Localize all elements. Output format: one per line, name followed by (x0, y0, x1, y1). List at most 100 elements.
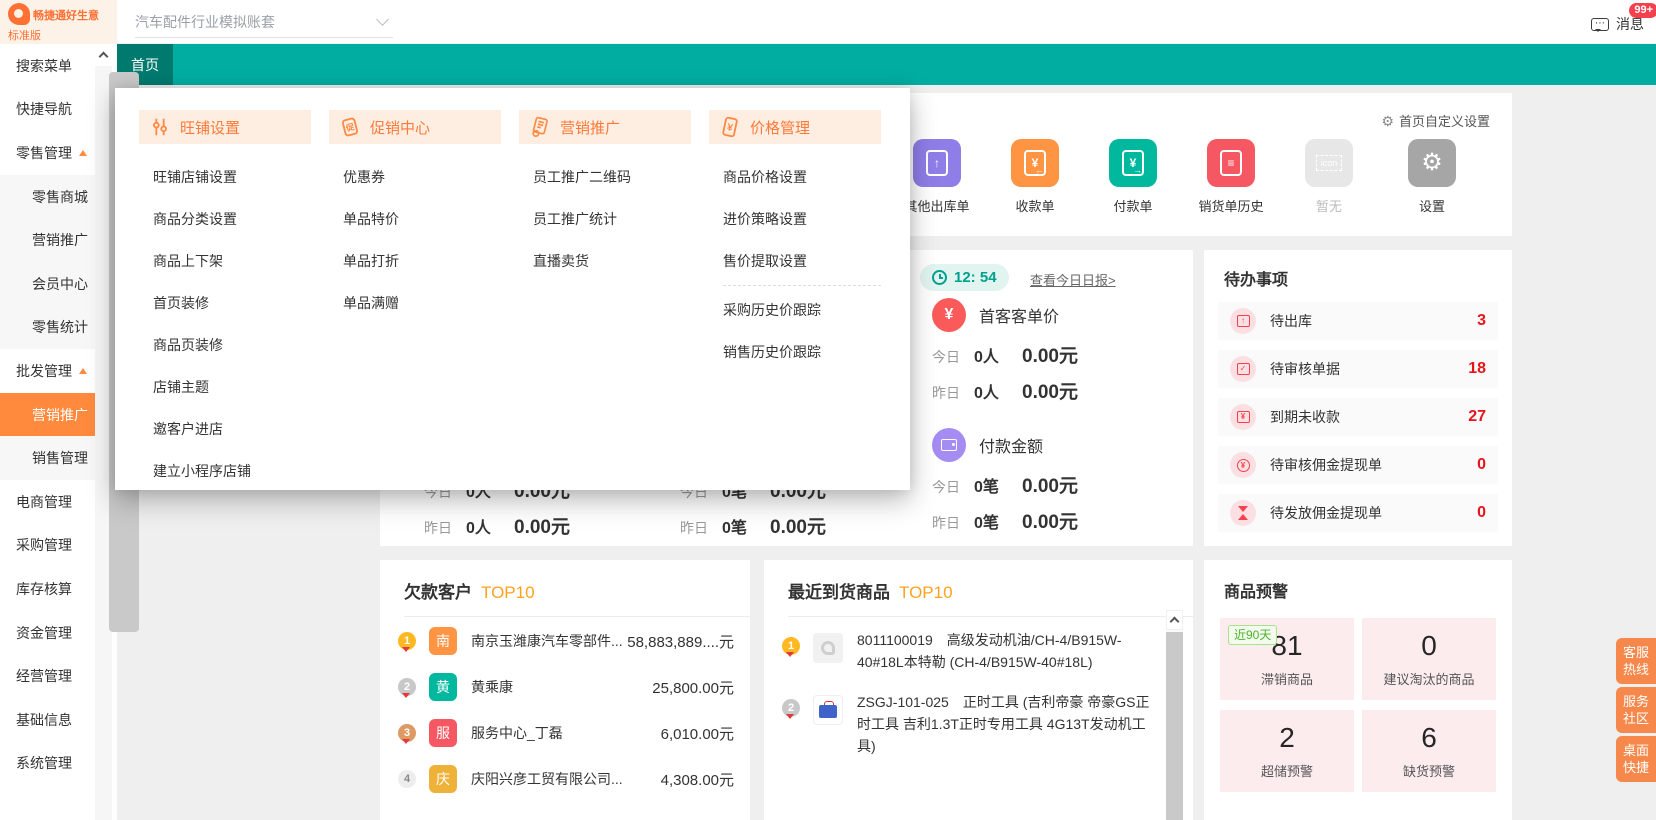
service-community-button[interactable]: 服务社区 (1616, 687, 1656, 733)
sales-history-icon: ≡ (1207, 139, 1255, 187)
todo-row-commission-payout[interactable]: 待发放佣金提现单 0 (1218, 494, 1498, 532)
first-order-price-icon: ¥ (932, 298, 966, 332)
menu-item[interactable]: 商品页装修 (139, 324, 311, 366)
quick-actions-row: ↑ 其他出库单 ¥ ← 收款单 ¥ → 付款单 ≡ 销货单历史 icon 暂无 ⚙ … (888, 139, 1481, 215)
debt-row[interactable]: 4 庆 庆阳兴彦工贸有限公司... 4,308.00元 (380, 757, 750, 801)
marketing-mega-menu: 旺铺设置 旺铺店铺设置 商品分类设置 商品上下架 首页装修 商品页装修 店铺主题… (115, 88, 910, 490)
speech-bubble-icon: ⋯ (1591, 17, 1609, 32)
receipt-doc-icon: ¥ ← (1011, 139, 1059, 187)
quick-action-payment[interactable]: ¥ → 付款单 (1084, 139, 1182, 215)
desktop-shortcut-button[interactable]: 桌面快捷 (1616, 736, 1656, 782)
menu-item[interactable]: 邀客户进店 (139, 408, 311, 450)
expand-triangle-icon (79, 367, 87, 374)
money-bag-icon: ¥ (1230, 452, 1256, 478)
floating-side-buttons: 客服热线 服务社区 桌面快捷 (1616, 638, 1656, 785)
menu-item[interactable]: 单品满赠 (329, 282, 501, 324)
time-pill: 12: 54 (920, 264, 1009, 291)
todo-panel: 待办事项 ↑ 待出库 3 ✓ 待审核单据 18 ¥ 到期未收款 27 ¥ 待审核… (1204, 250, 1512, 546)
stat-row-yesterday: 昨日 0笔 0.00元 (932, 512, 1078, 533)
customer-avatar: 服 (429, 719, 457, 747)
menu-item[interactable]: 优惠券 (329, 156, 501, 198)
arrivals-scrollbar[interactable] (1166, 610, 1183, 820)
todo-count: 18 (1468, 360, 1486, 377)
menu-item[interactable]: 商品上下架 (139, 240, 311, 282)
home-customize-link[interactable]: ⚙ 首页自定义设置 (1381, 111, 1490, 130)
clock-icon (932, 270, 947, 285)
menu-item[interactable]: 商品价格设置 (709, 156, 881, 198)
menu-item[interactable]: 售价提取设置 (709, 240, 881, 282)
alerts-grid: 近90天 81 滞销商品 0 建议淘汰的商品 2 超储预警 6 缺货预警 (1220, 618, 1496, 792)
todo-row-due-unpaid[interactable]: ¥ 到期未收款 27 (1218, 398, 1498, 436)
alert-card-slow-moving[interactable]: 近90天 81 滞销商品 (1220, 618, 1354, 700)
todo-row-commission-audit[interactable]: ¥ 待审核佣金提现单 0 (1218, 446, 1498, 484)
menu-column-shop-setup: 旺铺设置 旺铺店铺设置 商品分类设置 商品上下架 首页装修 商品页装修 店铺主题… (139, 110, 311, 492)
menu-item[interactable]: 商品分类设置 (139, 198, 311, 240)
todo-count: 0 (1477, 456, 1486, 473)
gear-icon: ⚙ (1408, 139, 1456, 187)
stat-first-order-price: ¥ 首客客单价 今日 0人 0.00元 昨日 0人 0.00元 (932, 298, 1182, 404)
todo-row-pending-outbound[interactable]: ↑ 待出库 3 (1218, 302, 1498, 340)
menu-item[interactable]: 首页装修 (139, 282, 311, 324)
menu-item[interactable]: 店铺主题 (139, 366, 311, 408)
stat-row-today: 今日 0笔 0.00元 (932, 476, 1078, 497)
account-set-select[interactable]: 汽车配件行业模拟账套 (135, 6, 393, 38)
rank-badge: 4 (398, 770, 416, 788)
menu-item[interactable]: 销售历史价跟踪 (709, 331, 881, 373)
gold-medal-icon: 1 (782, 637, 800, 657)
todo-title: 待办事项 (1224, 272, 1289, 289)
menu-item[interactable]: 采购历史价跟踪 (709, 289, 881, 331)
top10-tag: TOP10 (899, 583, 953, 602)
customer-service-button[interactable]: 客服热线 (1616, 638, 1656, 684)
menu-item[interactable]: 建立小程序店铺 (139, 450, 311, 492)
quick-action-settings[interactable]: ⚙ 设置 (1383, 139, 1481, 215)
svg-text:¥: ¥ (726, 122, 734, 134)
brand-logo: 畅捷通好生意 标准版 (0, 0, 117, 44)
menu-item[interactable]: 单品特价 (329, 198, 501, 240)
daily-report-link[interactable]: 查看今日日报> (1030, 270, 1116, 289)
menu-column-promotion: 促 促销中心 优惠券 单品特价 单品打折 单品满赠 (329, 110, 501, 324)
brand-edition: 标准版 (8, 30, 41, 42)
quick-action-receipt[interactable]: ¥ ← 收款单 (986, 139, 1084, 215)
scroll-up-button[interactable] (95, 44, 112, 66)
account-set-value: 汽车配件行业模拟账套 (135, 13, 275, 30)
alert-card-eliminate[interactable]: 0 建议淘汰的商品 (1362, 618, 1496, 700)
todo-row-pending-audit[interactable]: ✓ 待审核单据 18 (1218, 350, 1498, 388)
expand-triangle-icon (79, 149, 87, 156)
messages-button[interactable]: ⋯ 消息 99+ (1591, 3, 1656, 34)
menu-header-promotion[interactable]: 促 促销中心 (329, 110, 501, 144)
top10-tag: TOP10 (481, 583, 535, 602)
outbound-doc-icon: ↑ (913, 139, 961, 187)
debt-row[interactable]: 1 南 南京玉潍康汽车零部件... 58,883,889....元 (380, 619, 750, 663)
menu-item[interactable]: 员工推广二维码 (519, 156, 691, 198)
product-thumb-logo (813, 633, 843, 663)
sidebar-scrollbar[interactable] (95, 44, 139, 820)
menu-header-shop-setup[interactable]: 旺铺设置 (139, 110, 311, 144)
menu-item[interactable]: 直播卖货 (519, 240, 691, 282)
menu-item[interactable]: 员工推广统计 (519, 198, 691, 240)
menu-item[interactable]: 进价策略设置 (709, 198, 881, 240)
arrival-row[interactable]: 1 8011100019 高级发动机油/CH-4/B915W-40#18L本特勒… (764, 617, 1193, 679)
scrollbar-thumb[interactable] (1166, 632, 1183, 820)
product-thumb-toolbox (813, 695, 843, 725)
stat-row-today: 今日 0人 0.00元 (932, 346, 1078, 367)
promo-tag-icon: 促 (342, 117, 358, 137)
arrivals-list: 1 8011100019 高级发动机油/CH-4/B915W-40#18L本特勒… (764, 617, 1193, 763)
quick-action-sales-history[interactable]: ≡ 销货单历史 (1182, 139, 1280, 215)
alert-card-overstock[interactable]: 2 超储预警 (1220, 710, 1354, 792)
price-tag-icon: ¥ (722, 116, 738, 138)
debt-row[interactable]: 2 黄 黄乘康 25,800.00元 (380, 665, 750, 709)
scroll-up-button[interactable] (1166, 610, 1183, 630)
menu-item[interactable]: 单品打折 (329, 240, 501, 282)
todo-count: 3 (1477, 312, 1486, 329)
alert-card-shortage[interactable]: 6 缺货预警 (1362, 710, 1496, 792)
clipboard-check-icon: ✓ (1230, 356, 1256, 382)
hourglass-icon (1230, 500, 1256, 526)
menu-header-marketing[interactable]: 营销推广 (519, 110, 691, 144)
debt-row[interactable]: 3 服 服务中心_丁磊 6,010.00元 (380, 711, 750, 755)
menu-header-pricing[interactable]: ¥ 价格管理 (709, 110, 881, 144)
chevron-up-icon (1169, 616, 1180, 627)
menu-item[interactable]: 旺铺店铺设置 (139, 156, 311, 198)
customer-avatar: 南 (429, 627, 457, 655)
sliders-icon (153, 118, 167, 136)
arrival-row[interactable]: 2 ZSGJ-101-025 正时工具 (吉利帝豪 帝豪GS正时工具 吉利1.3… (764, 679, 1193, 763)
